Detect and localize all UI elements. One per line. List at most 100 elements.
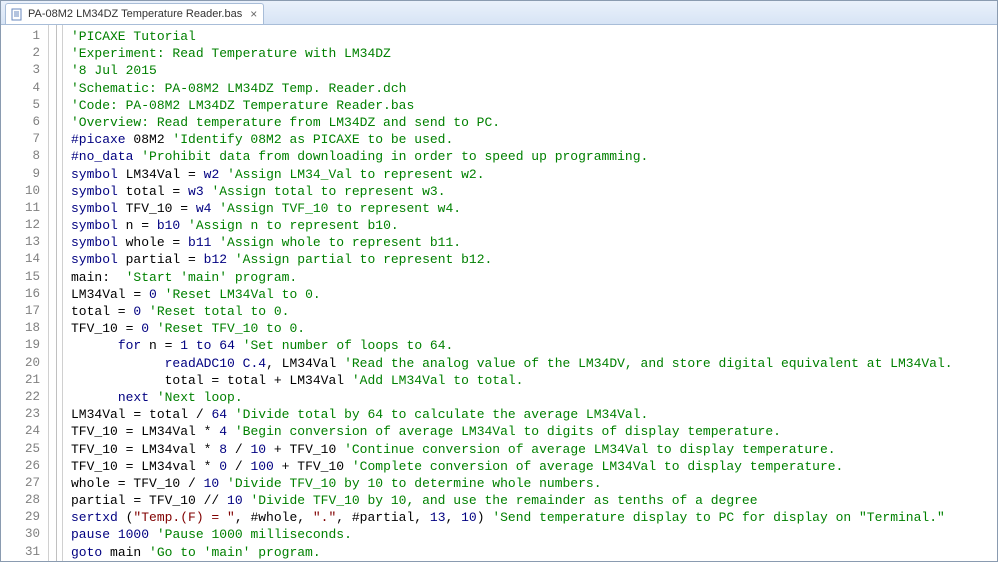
token-keyword: symbol <box>71 167 118 182</box>
line-number: 20 <box>1 355 48 372</box>
code-line[interactable]: symbol n = b10 'Assign n to represent b1… <box>71 217 997 234</box>
token-number: 10 <box>250 442 266 457</box>
token-keyword: w4 <box>196 201 212 216</box>
code-line[interactable]: sertxd ("Temp.(F) = ", #whole, ".", #par… <box>71 509 997 526</box>
code-line[interactable]: main: 'Start 'main' program. <box>71 269 997 286</box>
token-comment: 'Continue conversion of average LM34Val … <box>344 442 835 457</box>
token-plain: 08M2 <box>126 132 173 147</box>
line-number: 2 <box>1 45 48 62</box>
token-comment: 'Assign n to represent b10. <box>188 218 399 233</box>
code-area[interactable]: 'PICAXE Tutorial'Experiment: Read Temper… <box>63 25 997 561</box>
code-line[interactable]: 'Schematic: PA-08M2 LM34DZ Temp. Reader.… <box>71 80 997 97</box>
close-icon[interactable]: × <box>250 7 257 21</box>
code-line[interactable]: goto main 'Go to 'main' program. <box>71 544 997 561</box>
token-comment: 'Assign LM34_Val to represent w2. <box>227 167 484 182</box>
token-plain <box>227 424 235 439</box>
file-tab[interactable]: PA-08M2 LM34DZ Temperature Reader.bas × <box>5 3 264 24</box>
code-line[interactable]: symbol TFV_10 = w4 'Assign TVF_10 to rep… <box>71 200 997 217</box>
code-line[interactable]: readADC10 C.4, LM34Val 'Read the analog … <box>71 355 997 372</box>
line-number: 12 <box>1 217 48 234</box>
line-number: 31 <box>1 544 48 561</box>
code-line[interactable]: 'PICAXE Tutorial <box>71 28 997 45</box>
token-comment: 'Prohibit data from downloading in order… <box>141 149 648 164</box>
code-line[interactable]: partial = TFV_10 // 10 'Divide TFV_10 by… <box>71 492 997 509</box>
code-line[interactable]: whole = TFV_10 / 10 'Divide TFV_10 by 10… <box>71 475 997 492</box>
token-keyword: symbol <box>71 252 118 267</box>
code-line[interactable]: '8 Jul 2015 <box>71 62 997 79</box>
token-keyword: w3 <box>188 184 204 199</box>
token-number: 1000 <box>118 527 149 542</box>
code-line[interactable]: symbol partial = b12 'Assign partial to … <box>71 251 997 268</box>
code-line[interactable]: 'Code: PA-08M2 LM34DZ Temperature Reader… <box>71 97 997 114</box>
code-line[interactable]: LM34Val = total / 64 'Divide total by 64… <box>71 406 997 423</box>
code-line[interactable]: symbol whole = b11 'Assign whole to repr… <box>71 234 997 251</box>
code-line[interactable]: LM34Val = 0 'Reset LM34Val to 0. <box>71 286 997 303</box>
token-plain: / <box>227 442 250 457</box>
token-plain <box>71 338 118 353</box>
token-plain: total = <box>118 184 188 199</box>
token-number: 10 <box>461 510 477 525</box>
token-plain <box>141 304 149 319</box>
token-comment: 'Pause 1000 milliseconds. <box>157 527 352 542</box>
code-line[interactable]: #no_data 'Prohibit data from downloading… <box>71 148 997 165</box>
token-label: main: <box>71 270 126 285</box>
token-comment: '8 Jul 2015 <box>71 63 157 78</box>
token-plain: n = <box>118 218 157 233</box>
line-number: 5 <box>1 97 48 114</box>
line-number: 21 <box>1 372 48 389</box>
token-comment: 'Overview: Read temperature from LM34DZ … <box>71 115 500 130</box>
token-number: 8 <box>219 442 227 457</box>
code-line[interactable]: pause 1000 'Pause 1000 milliseconds. <box>71 526 997 543</box>
line-number: 27 <box>1 475 48 492</box>
token-keyword: for <box>118 338 141 353</box>
token-plain: , <box>446 510 462 525</box>
token-comment: 'Experiment: Read Temperature with LM34D… <box>71 46 391 61</box>
code-line[interactable]: symbol total = w3 'Assign total to repre… <box>71 183 997 200</box>
token-plain: , #partial, <box>336 510 430 525</box>
token-number: 10 <box>227 493 243 508</box>
tab-bar: PA-08M2 LM34DZ Temperature Reader.bas × <box>1 1 997 25</box>
token-comment: 'Begin conversion of average LM34Val to … <box>235 424 781 439</box>
token-plain: total = <box>71 304 133 319</box>
token-plain: n = <box>141 338 180 353</box>
token-plain <box>110 527 118 542</box>
token-number: 0 <box>219 459 227 474</box>
code-line[interactable]: total = 0 'Reset total to 0. <box>71 303 997 320</box>
line-number: 24 <box>1 423 48 440</box>
code-line[interactable]: next 'Next loop. <box>71 389 997 406</box>
token-comment: 'Code: PA-08M2 LM34DZ Temperature Reader… <box>71 98 414 113</box>
token-plain: TFV_10 = <box>71 321 141 336</box>
code-line[interactable]: TFV_10 = LM34Val * 4 'Begin conversion o… <box>71 423 997 440</box>
token-plain: ( <box>118 510 134 525</box>
code-line[interactable]: TFV_10 = 0 'Reset TFV_10 to 0. <box>71 320 997 337</box>
line-number: 29 <box>1 509 48 526</box>
token-keyword: #picaxe <box>71 132 126 147</box>
token-plain <box>149 390 157 405</box>
token-keyword: symbol <box>71 235 118 250</box>
line-number: 18 <box>1 320 48 337</box>
token-comment: 'Start 'main' program. <box>126 270 298 285</box>
code-line[interactable]: TFV_10 = LM34val * 0 / 100 + TFV_10 'Com… <box>71 458 997 475</box>
token-comment: 'Next loop. <box>157 390 243 405</box>
token-comment: 'Divide TFV_10 by 10 to determine whole … <box>227 476 601 491</box>
token-keyword: symbol <box>71 184 118 199</box>
code-line[interactable]: 'Overview: Read temperature from LM34DZ … <box>71 114 997 131</box>
token-comment: 'Identify 08M2 as PICAXE to be used. <box>172 132 453 147</box>
token-keyword: b12 <box>204 252 227 267</box>
code-line[interactable]: total = total + LM34Val 'Add LM34Val to … <box>71 372 997 389</box>
token-number: 0 <box>141 321 149 336</box>
code-line[interactable]: for n = 1 to 64 'Set number of loops to … <box>71 337 997 354</box>
code-editor[interactable]: 1234567891011121314151617181920212223242… <box>1 25 997 561</box>
token-number: 13 <box>430 510 446 525</box>
code-line[interactable]: #picaxe 08M2 'Identify 08M2 as PICAXE to… <box>71 131 997 148</box>
token-number: 4 <box>219 424 227 439</box>
token-plain: partial = <box>118 252 204 267</box>
token-keyword: b10 <box>157 218 180 233</box>
line-number: 30 <box>1 526 48 543</box>
token-keyword: C.4 <box>243 356 266 371</box>
code-line[interactable]: 'Experiment: Read Temperature with LM34D… <box>71 45 997 62</box>
token-comment: 'Assign TVF_10 to represent w4. <box>219 201 461 216</box>
token-comment: 'Complete conversion of average LM34Val … <box>352 459 843 474</box>
code-line[interactable]: TFV_10 = LM34val * 8 / 10 + TFV_10 'Cont… <box>71 441 997 458</box>
code-line[interactable]: symbol LM34Val = w2 'Assign LM34_Val to … <box>71 166 997 183</box>
